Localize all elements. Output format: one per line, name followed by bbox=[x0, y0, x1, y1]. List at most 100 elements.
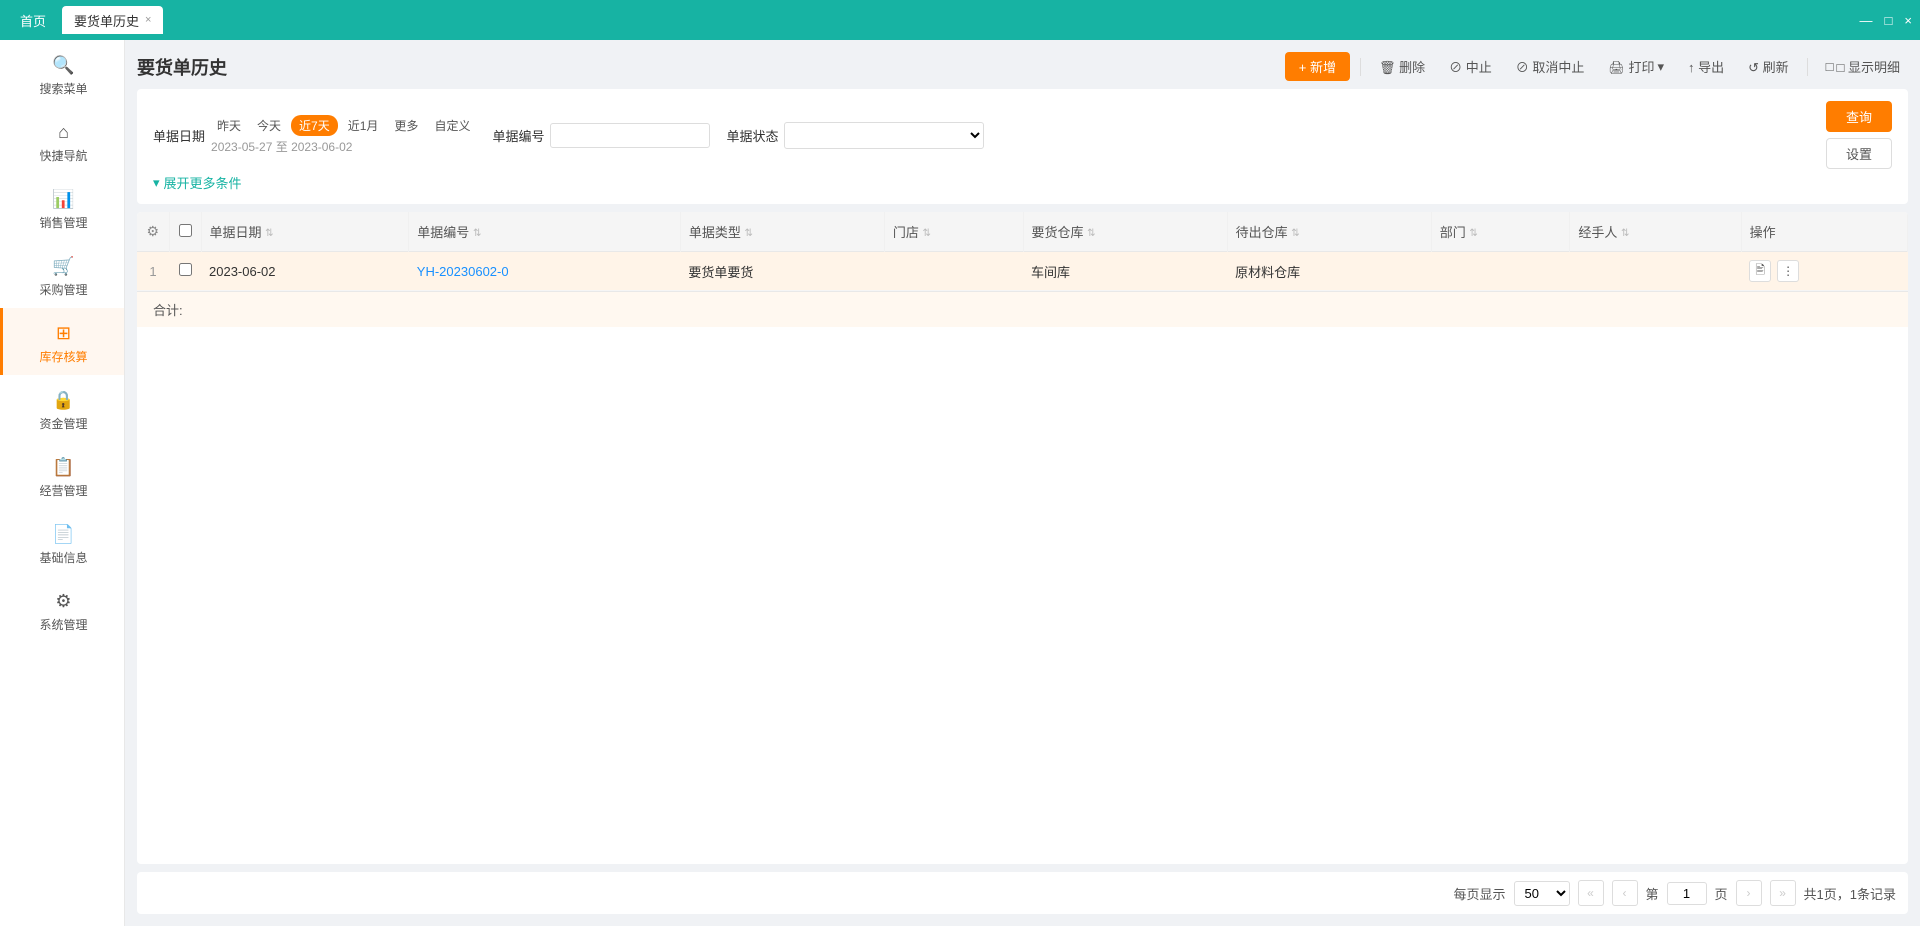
col-header-reqwarehouse: 要货仓库 ⇅ bbox=[1023, 212, 1227, 252]
window-controls: — □ × bbox=[1860, 13, 1912, 28]
shortcut-7days[interactable]: 近7天 bbox=[291, 115, 338, 136]
shortcut-custom[interactable]: 自定义 bbox=[428, 115, 476, 136]
search-menu-icon: 🔍 bbox=[53, 54, 75, 76]
shortcut-today[interactable]: 今天 bbox=[251, 115, 287, 136]
sidebar-item-label-sales: 销售管理 bbox=[39, 214, 87, 231]
col-header-actions: 操作 bbox=[1741, 212, 1907, 252]
table-header-row: ⚙ 单据日期 ⇅ 单据编号 ⇅ bbox=[137, 212, 1908, 252]
new-button[interactable]: + 新增 bbox=[1285, 52, 1350, 81]
per-page-select[interactable]: 20 50 100 200 bbox=[1514, 881, 1570, 906]
shortcut-more[interactable]: 更多 bbox=[388, 115, 424, 136]
page-title: 要货单历史 bbox=[137, 54, 227, 80]
sidebar-item-label-inventory: 库存核算 bbox=[39, 348, 87, 365]
sidebar-item-search-menu[interactable]: 🔍 搜索菜单 bbox=[0, 40, 124, 107]
expand-more[interactable]: ▾ 展开更多条件 bbox=[153, 173, 1892, 192]
col-sort-docnum-icon[interactable]: ⇅ bbox=[473, 228, 481, 239]
settings-button[interactable]: 设置 bbox=[1826, 138, 1892, 169]
more-action-icon[interactable]: ⋮ bbox=[1777, 260, 1799, 282]
delete-button[interactable]: 🗑 删除 bbox=[1371, 53, 1433, 80]
col-settings-icon[interactable]: ⚙ bbox=[146, 223, 159, 239]
first-page-btn[interactable]: « bbox=[1578, 880, 1604, 906]
col-sort-doctype-icon[interactable]: ⇅ bbox=[744, 228, 752, 239]
status-select[interactable] bbox=[784, 122, 984, 149]
col-sort-pendingwarehouse-icon[interactable]: ⇅ bbox=[1291, 228, 1299, 239]
col-sort-handler-icon[interactable]: ⇅ bbox=[1621, 228, 1629, 239]
last-page-btn[interactable]: » bbox=[1770, 880, 1796, 906]
shortcut-yesterday[interactable]: 昨天 bbox=[211, 115, 247, 136]
date-shortcuts: 昨天 今天 近7天 近1月 更多 自定义 bbox=[211, 115, 476, 136]
row-docnum-link[interactable]: YH-20230602-0 bbox=[417, 264, 509, 279]
cancel-stop-button[interactable]: ⊘ 取消中止 bbox=[1508, 53, 1593, 80]
query-buttons: 查询 设置 bbox=[1826, 101, 1892, 169]
date-filter-label: 单据日期 bbox=[153, 126, 205, 145]
print-button[interactable]: 🖨 打印 ▾ bbox=[1600, 53, 1672, 80]
page-suffix: 页 bbox=[1715, 884, 1728, 903]
col-header-docnum-label: 单据编号 bbox=[417, 225, 469, 240]
sidebar-item-basic-info[interactable]: 📄 基础信息 bbox=[0, 509, 124, 576]
toolbar-divider-1 bbox=[1360, 58, 1361, 76]
tab-active[interactable]: 要货单历史 × bbox=[62, 6, 163, 34]
inventory-icon: ⊞ bbox=[53, 322, 75, 344]
col-header-pendingwarehouse: 待出仓库 ⇅ bbox=[1227, 212, 1431, 252]
content-area: 要货单历史 + 新增 🗑 删除 ⊘ 中止 ⊘ 取消中止 🖨 打印 ▾ ↑ 导出 … bbox=[125, 40, 1920, 926]
page-label: 第 bbox=[1646, 884, 1659, 903]
col-sort-department-icon[interactable]: ⇅ bbox=[1469, 228, 1477, 239]
docnum-input[interactable] bbox=[550, 123, 710, 148]
page-input[interactable] bbox=[1667, 882, 1707, 905]
stop-button[interactable]: ⊘ 中止 bbox=[1441, 53, 1500, 80]
maximize-icon[interactable]: □ bbox=[1885, 13, 1893, 28]
sidebar: 🔍 搜索菜单 ⌂ 快捷导航 📊 销售管理 🛒 采购管理 ⊞ 库存核算 🔒 资金管… bbox=[0, 40, 125, 926]
filter-panel: 单据日期 昨天 今天 近7天 近1月 更多 自定义 2023-05-27 至 2… bbox=[137, 89, 1908, 204]
filter-group-status: 单据状态 bbox=[726, 122, 984, 149]
display-detail-checkbox: □ bbox=[1826, 59, 1834, 74]
col-settings[interactable]: ⚙ bbox=[137, 212, 169, 252]
col-header-date-label: 单据日期 bbox=[210, 225, 262, 240]
filter-row: 单据日期 昨天 今天 近7天 近1月 更多 自定义 2023-05-27 至 2… bbox=[153, 101, 1892, 169]
prev-page-btn[interactable]: ‹ bbox=[1612, 880, 1638, 906]
col-sort-store-icon[interactable]: ⇅ bbox=[923, 228, 931, 239]
select-all-checkbox[interactable] bbox=[179, 224, 192, 237]
sidebar-item-finance[interactable]: 🔒 资金管理 bbox=[0, 375, 124, 442]
sidebar-item-label-system: 系统管理 bbox=[39, 616, 87, 633]
row-pendingwarehouse: 原材料仓库 bbox=[1227, 252, 1431, 291]
summary-label: 合计: bbox=[153, 300, 183, 319]
refresh-button[interactable]: ↺ 刷新 bbox=[1740, 53, 1797, 80]
table-footer: 合计: bbox=[137, 291, 1908, 327]
sidebar-item-purchase[interactable]: 🛒 采购管理 bbox=[0, 241, 124, 308]
col-header-handler-label: 经手人 bbox=[1578, 225, 1617, 240]
col-sort-date-icon[interactable]: ⇅ bbox=[265, 228, 273, 239]
date-range-text: 2023-05-27 至 2023-06-02 bbox=[211, 138, 476, 155]
sidebar-item-quick-nav[interactable]: ⌂ 快捷导航 bbox=[0, 107, 124, 174]
col-header-store: 门店 ⇅ bbox=[884, 212, 1023, 252]
row-checkbox[interactable] bbox=[179, 263, 192, 276]
sidebar-item-sales[interactable]: 📊 销售管理 bbox=[0, 174, 124, 241]
next-page-btn[interactable]: › bbox=[1736, 880, 1762, 906]
display-detail-label: □ 显示明细 bbox=[1837, 57, 1900, 76]
minimize-icon[interactable]: — bbox=[1860, 13, 1873, 28]
print-dropdown-icon: ▾ bbox=[1658, 59, 1665, 75]
tab-home-label: 首页 bbox=[20, 11, 46, 30]
col-header-actions-label: 操作 bbox=[1750, 225, 1776, 240]
view-action-icon[interactable]: 🖹 bbox=[1749, 260, 1771, 282]
sidebar-item-inventory[interactable]: ⊞ 库存核算 bbox=[0, 308, 124, 375]
close-tab-icon[interactable]: × bbox=[145, 14, 151, 26]
col-sort-reqwarehouse-icon[interactable]: ⇅ bbox=[1087, 228, 1095, 239]
query-button[interactable]: 查询 bbox=[1826, 101, 1892, 132]
col-header-handler: 经手人 ⇅ bbox=[1570, 212, 1741, 252]
shortcut-1month[interactable]: 近1月 bbox=[342, 115, 385, 136]
export-button[interactable]: ↑ 导出 bbox=[1680, 53, 1732, 80]
display-detail-button[interactable]: □ □ 显示明细 bbox=[1818, 53, 1908, 80]
col-header-department: 部门 ⇅ bbox=[1431, 212, 1570, 252]
col-header-reqwarehouse-label: 要货仓库 bbox=[1032, 225, 1084, 240]
sidebar-item-operations[interactable]: 📋 经营管理 bbox=[0, 442, 124, 509]
row-checkbox-cell[interactable] bbox=[169, 252, 201, 291]
window-close-icon[interactable]: × bbox=[1904, 13, 1912, 28]
quick-nav-icon: ⌂ bbox=[53, 121, 75, 143]
sidebar-item-system[interactable]: ⚙ 系统管理 bbox=[0, 576, 124, 643]
sidebar-item-label-basic-info: 基础信息 bbox=[39, 549, 87, 566]
filter-group-docnum: 单据编号 bbox=[492, 123, 710, 148]
expand-icon: ▾ bbox=[153, 175, 160, 191]
row-store bbox=[884, 252, 1023, 291]
col-checkbox[interactable] bbox=[169, 212, 201, 252]
tab-home[interactable]: 首页 bbox=[8, 6, 58, 34]
